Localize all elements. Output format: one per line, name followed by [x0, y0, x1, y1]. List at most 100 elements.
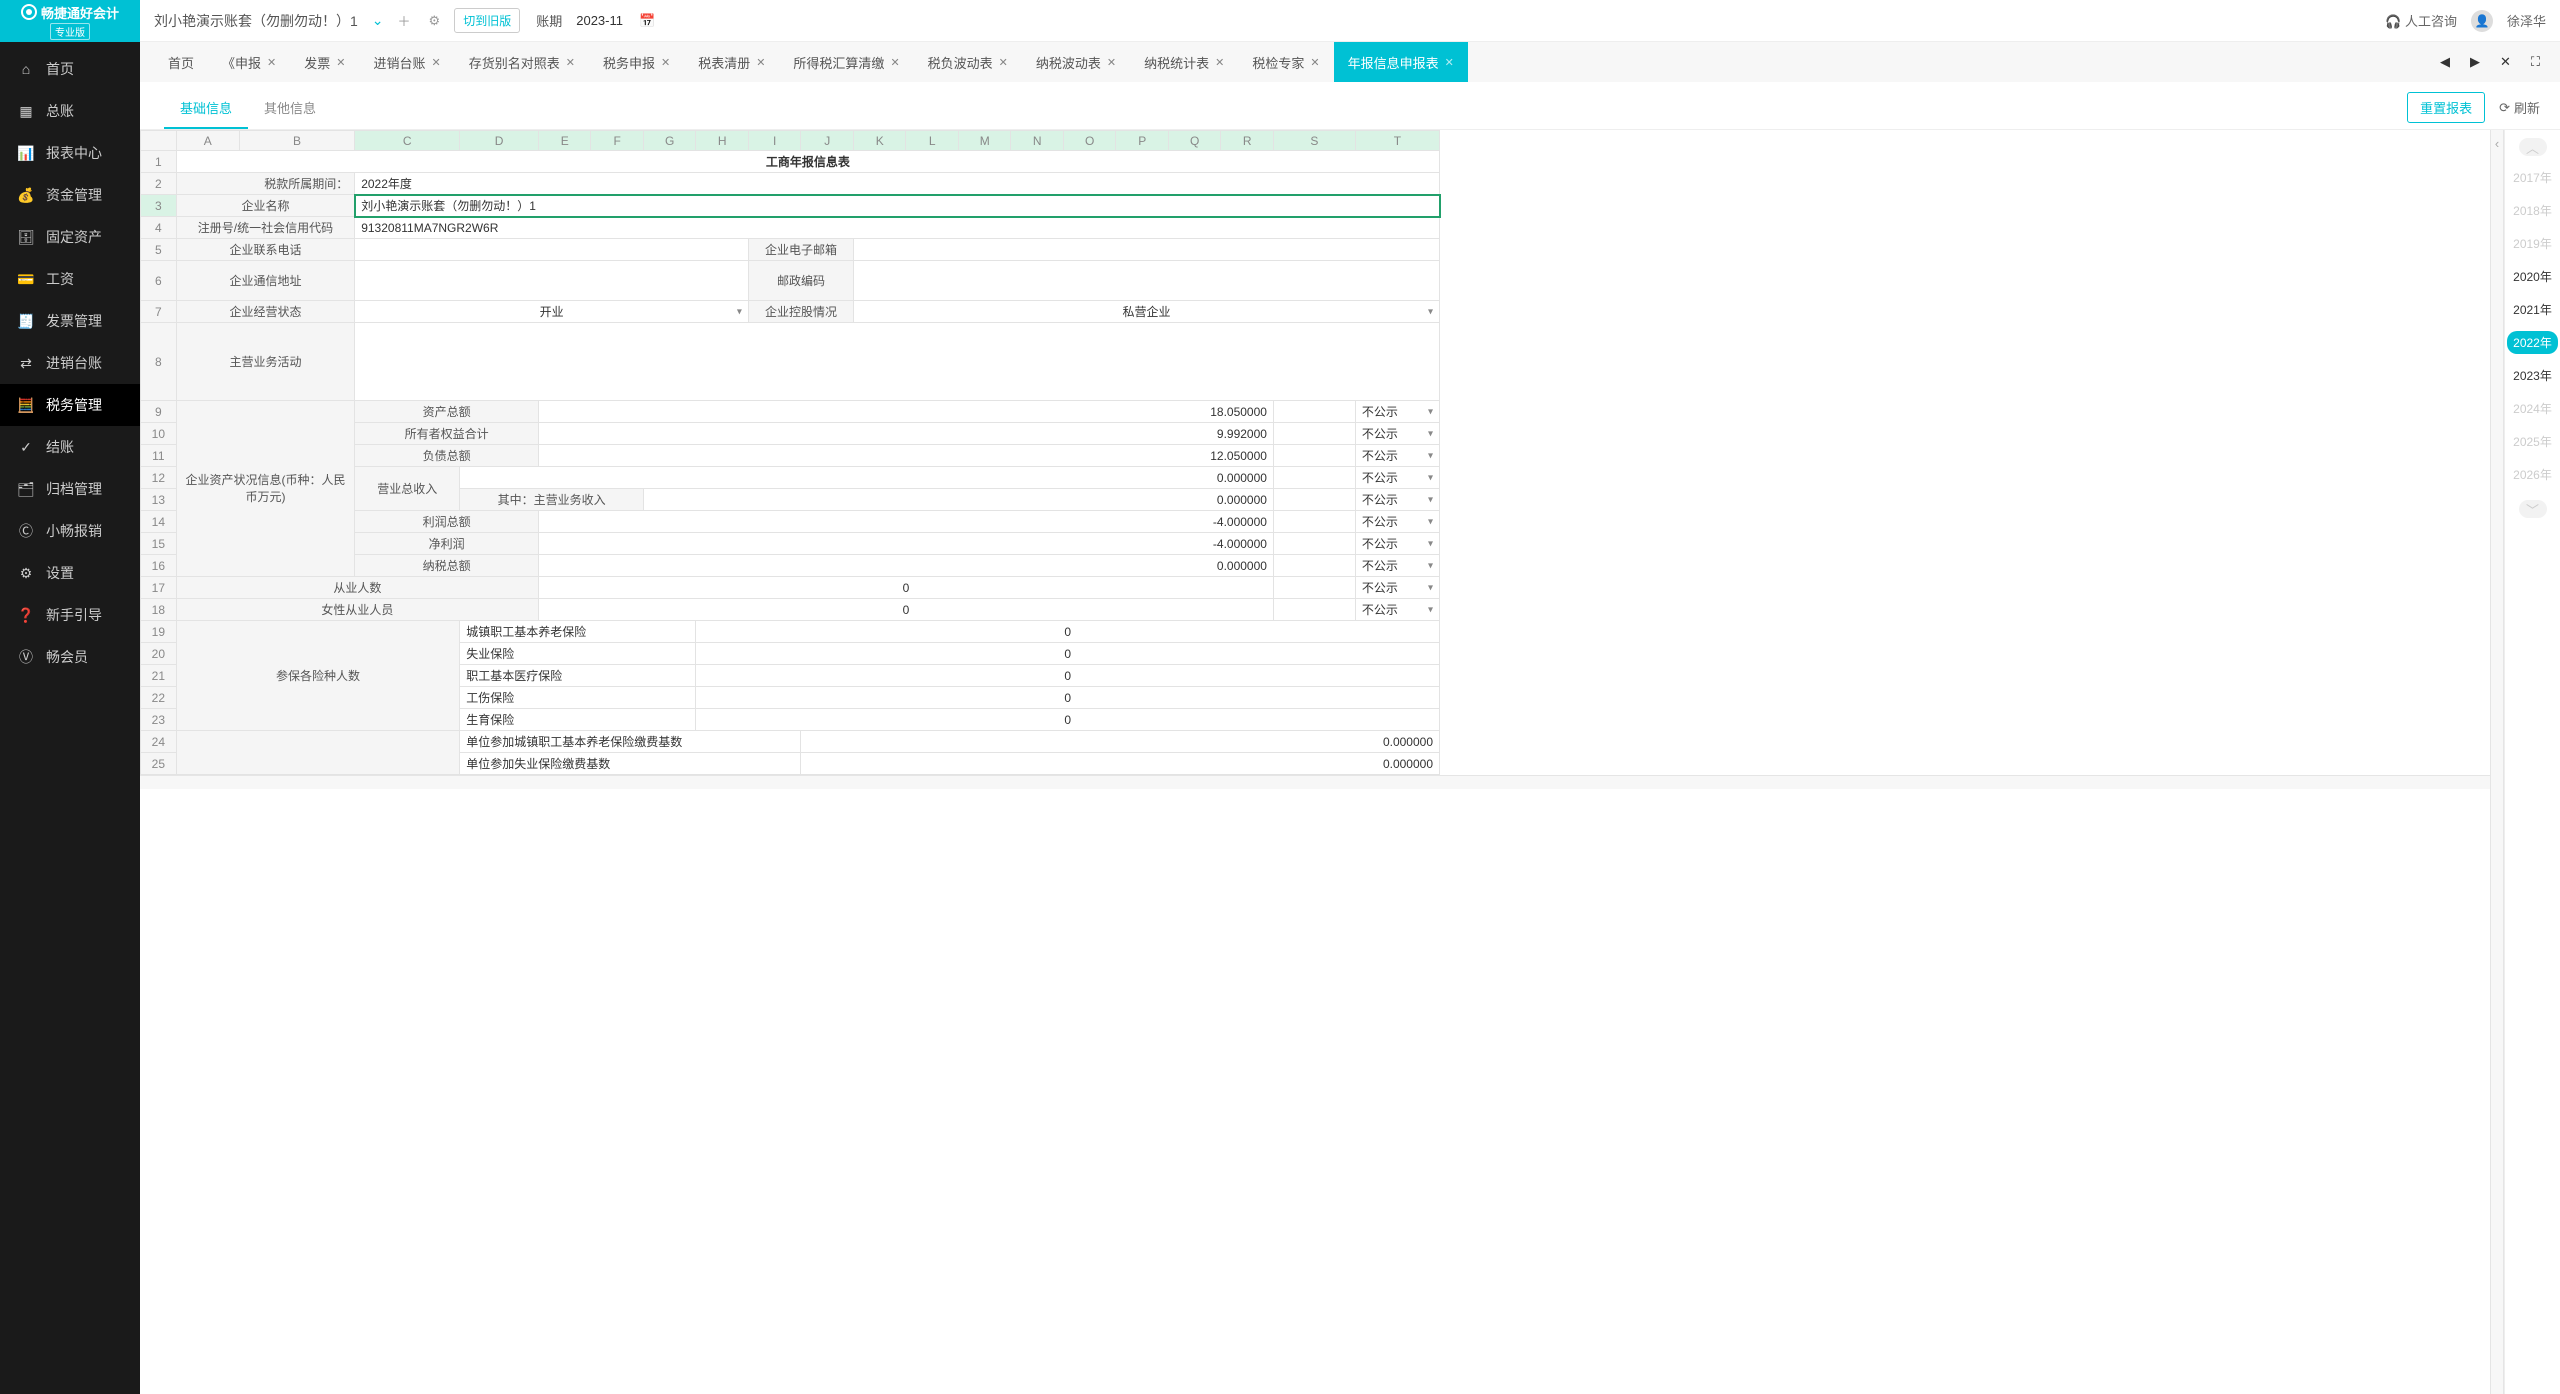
- tab-close-icon[interactable]: ✕: [756, 56, 765, 69]
- row-22[interactable]: 22: [141, 687, 177, 709]
- sidebar-item-salary[interactable]: 💳工资: [0, 258, 140, 300]
- year-pill-2019年[interactable]: 2019年: [2507, 232, 2558, 255]
- reset-report-button[interactable]: 重置报表: [2407, 92, 2485, 123]
- tab-5[interactable]: 税务申报✕: [589, 42, 684, 82]
- add-account-button[interactable]: ＋: [394, 9, 415, 32]
- col-I[interactable]: I: [748, 131, 801, 151]
- row-23[interactable]: 23: [141, 709, 177, 731]
- sidebar-item-ledger[interactable]: ▦总账: [0, 90, 140, 132]
- tab-1[interactable]: 《申报✕: [208, 42, 290, 82]
- spreadsheet[interactable]: ABCDEFGHIJKLMNOPQRST 1工商年报信息表2税款所属期间：202…: [140, 130, 2504, 1394]
- col-G[interactable]: G: [643, 131, 696, 151]
- tab-close-icon[interactable]: ✕: [1445, 56, 1454, 69]
- col-P[interactable]: P: [1116, 131, 1169, 151]
- col-B[interactable]: B: [239, 131, 355, 151]
- subtab-0[interactable]: 基础信息: [164, 88, 248, 129]
- sidebar-item-xc[interactable]: Ⓒ小畅报销: [0, 510, 140, 552]
- row-6[interactable]: 6: [141, 261, 177, 301]
- consult-button[interactable]: 🎧 人工咨询: [2385, 11, 2457, 30]
- account-select[interactable]: 刘小艳演示账套（勿删勿动！）1 ⌄: [154, 11, 384, 31]
- tab-11[interactable]: 税检专家✕: [1238, 42, 1333, 82]
- calendar-icon[interactable]: 📅: [639, 13, 655, 29]
- row-25[interactable]: 25: [141, 753, 177, 775]
- col-H[interactable]: H: [696, 131, 749, 151]
- tab-9[interactable]: 纳税波动表✕: [1022, 42, 1130, 82]
- subtab-1[interactable]: 其他信息: [248, 88, 332, 129]
- settings-icon[interactable]: ⚙: [425, 11, 445, 31]
- row-18[interactable]: 18: [141, 599, 177, 621]
- row-7[interactable]: 7: [141, 301, 177, 323]
- year-pill-2018年[interactable]: 2018年: [2507, 199, 2558, 222]
- collapse-rail-button[interactable]: ‹: [2490, 130, 2504, 1394]
- col-F[interactable]: F: [591, 131, 644, 151]
- row-3[interactable]: 3: [141, 195, 177, 217]
- refresh-button[interactable]: ⟳ 刷新: [2499, 98, 2540, 117]
- col-C[interactable]: C: [355, 131, 460, 151]
- tab-4[interactable]: 存货别名对照表✕: [455, 42, 589, 82]
- col-Q[interactable]: Q: [1168, 131, 1221, 151]
- tab-close-icon[interactable]: ✕: [661, 56, 670, 69]
- row-20[interactable]: 20: [141, 643, 177, 665]
- tab-prev-button[interactable]: ◀: [2434, 50, 2456, 74]
- col-N[interactable]: N: [1011, 131, 1064, 151]
- year-up-button[interactable]: ︿: [2519, 138, 2547, 156]
- tab-next-button[interactable]: ▶: [2464, 50, 2486, 74]
- sidebar-item-tax[interactable]: 🧮税务管理: [0, 384, 140, 426]
- col-E[interactable]: E: [538, 131, 591, 151]
- row-24[interactable]: 24: [141, 731, 177, 753]
- sidebar-item-home[interactable]: ⌂首页: [0, 48, 140, 90]
- row-1[interactable]: 1: [141, 151, 177, 173]
- year-pill-2024年[interactable]: 2024年: [2507, 397, 2558, 420]
- row-16[interactable]: 16: [141, 555, 177, 577]
- year-down-button[interactable]: ﹀: [2519, 500, 2547, 518]
- row-2[interactable]: 2: [141, 173, 177, 195]
- tab-6[interactable]: 税表清册✕: [684, 42, 779, 82]
- switch-old-version-button[interactable]: 切到旧版: [454, 8, 520, 33]
- tab-0[interactable]: 首页: [154, 42, 208, 82]
- row-13[interactable]: 13: [141, 489, 177, 511]
- sidebar-item-guide[interactable]: ❓新手引导: [0, 594, 140, 636]
- fullscreen-button[interactable]: ⛶: [2525, 50, 2546, 74]
- sidebar-item-invoice[interactable]: 🧾发票管理: [0, 300, 140, 342]
- col-O[interactable]: O: [1063, 131, 1116, 151]
- year-pill-2022年[interactable]: 2022年: [2507, 331, 2558, 354]
- year-pill-2025年[interactable]: 2025年: [2507, 430, 2558, 453]
- row-10[interactable]: 10: [141, 423, 177, 445]
- row-19[interactable]: 19: [141, 621, 177, 643]
- sidebar-item-close[interactable]: ✓结账: [0, 426, 140, 468]
- col-A[interactable]: A: [176, 131, 239, 151]
- sidebar-item-funds[interactable]: 💰资金管理: [0, 174, 140, 216]
- tab-close-icon[interactable]: ✕: [566, 56, 575, 69]
- row-17[interactable]: 17: [141, 577, 177, 599]
- col-K[interactable]: K: [853, 131, 906, 151]
- grid-corner[interactable]: [141, 131, 177, 151]
- tab-close-icon[interactable]: ✕: [432, 56, 441, 69]
- col-J[interactable]: J: [801, 131, 854, 151]
- row-21[interactable]: 21: [141, 665, 177, 687]
- col-T[interactable]: T: [1355, 131, 1439, 151]
- cell-company-name[interactable]: 刘小艳演示账套（勿删勿动！）1: [355, 195, 1440, 217]
- row-11[interactable]: 11: [141, 445, 177, 467]
- col-D[interactable]: D: [460, 131, 539, 151]
- horizontal-scrollbar[interactable]: [140, 775, 2504, 789]
- row-14[interactable]: 14: [141, 511, 177, 533]
- tab-close-icon[interactable]: ✕: [267, 56, 276, 69]
- year-pill-2026年[interactable]: 2026年: [2507, 463, 2558, 486]
- tab-3[interactable]: 进销台账✕: [359, 42, 454, 82]
- col-S[interactable]: S: [1273, 131, 1355, 151]
- sidebar-item-settings[interactable]: ⚙设置: [0, 552, 140, 594]
- year-pill-2017年[interactable]: 2017年: [2507, 166, 2558, 189]
- col-R[interactable]: R: [1221, 131, 1274, 151]
- user-name[interactable]: 徐泽华: [2507, 11, 2546, 30]
- tab-close-all-button[interactable]: ✕: [2494, 50, 2517, 74]
- tab-close-icon[interactable]: ✕: [890, 56, 899, 69]
- year-pill-2020年[interactable]: 2020年: [2507, 265, 2558, 288]
- sidebar-item-vip[interactable]: Ⓥ畅会员: [0, 636, 140, 678]
- tab-close-icon[interactable]: ✕: [1215, 56, 1224, 69]
- tab-12[interactable]: 年报信息申报表✕: [1334, 42, 1468, 82]
- sidebar-item-archive[interactable]: 🗂归档管理: [0, 468, 140, 510]
- year-pill-2023年[interactable]: 2023年: [2507, 364, 2558, 387]
- tab-7[interactable]: 所得税汇算清缴✕: [779, 42, 913, 82]
- row-5[interactable]: 5: [141, 239, 177, 261]
- sidebar-item-asset[interactable]: 🗄固定资产: [0, 216, 140, 258]
